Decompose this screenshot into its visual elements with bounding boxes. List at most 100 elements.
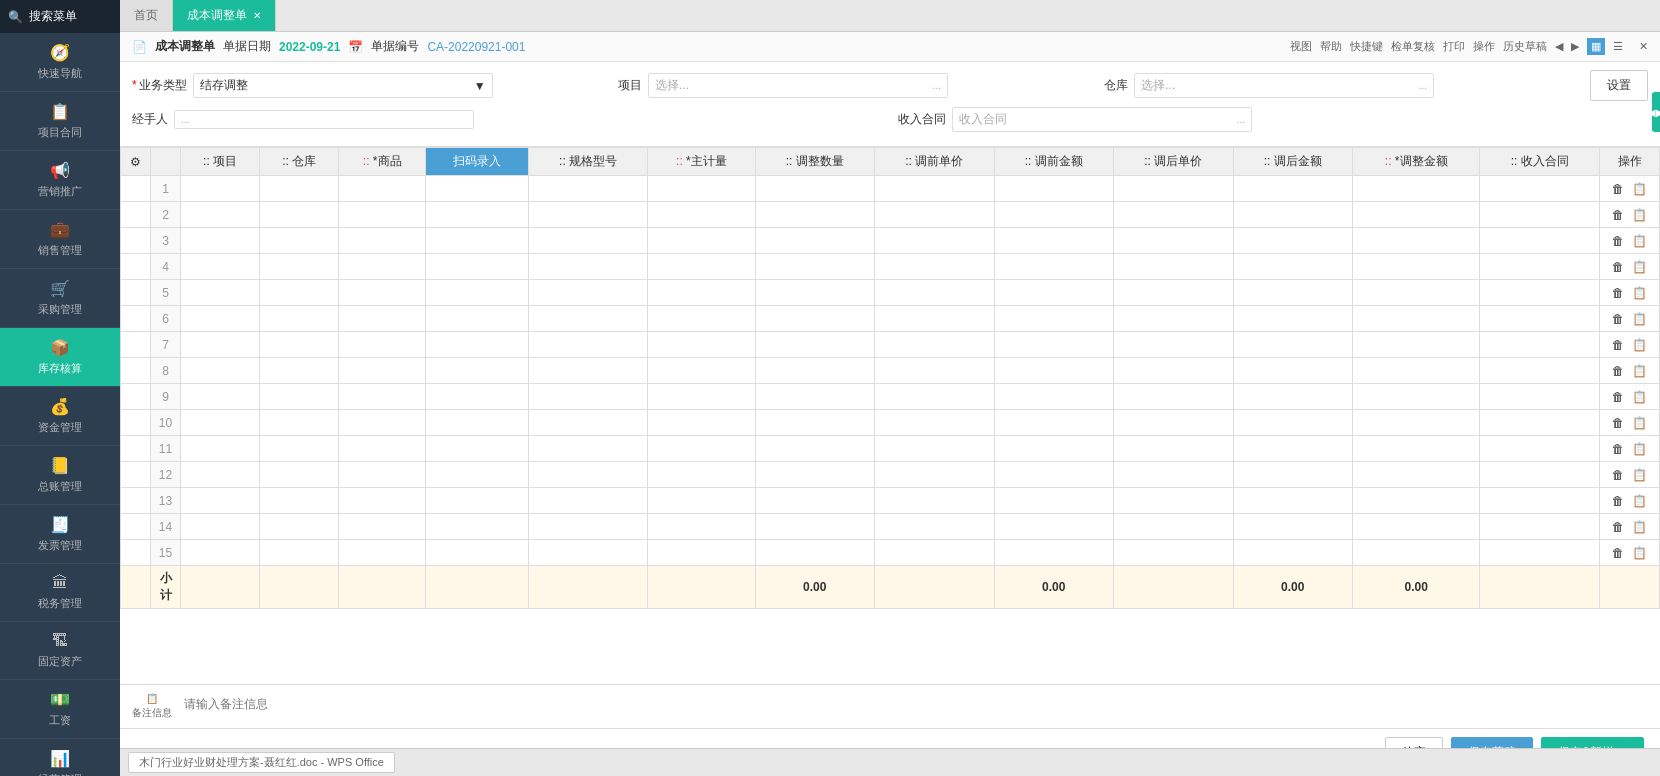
row-unit-5[interactable] <box>648 280 755 306</box>
row-post-adj-amount-7[interactable] <box>1233 332 1353 358</box>
row-warehouse-12[interactable] <box>260 462 339 488</box>
row-adj-amount-3[interactable] <box>1353 228 1480 254</box>
row-unit-4[interactable] <box>648 254 755 280</box>
row-post-adj-amount-11[interactable] <box>1233 436 1353 462</box>
row-delete-icon-7[interactable]: 🗑 <box>1612 338 1624 352</box>
row-pre-adj-amount-9[interactable] <box>994 384 1114 410</box>
note-input[interactable] <box>180 693 1648 715</box>
review-btn[interactable]: 检单复核 <box>1391 39 1435 54</box>
row-action-11[interactable]: 🗑 📋 <box>1600 436 1660 462</box>
row-post-adj-amount-4[interactable] <box>1233 254 1353 280</box>
sidebar-search[interactable]: 🔍 搜索菜单 <box>0 0 120 33</box>
row-scan-5[interactable] <box>426 280 529 306</box>
row-project-11[interactable] <box>181 436 260 462</box>
row-adj-amount-4[interactable] <box>1353 254 1480 280</box>
row-post-adj-price-11[interactable] <box>1114 436 1234 462</box>
row-adj-qty-14[interactable] <box>755 514 875 540</box>
sidebar-item-sales-mgmt[interactable]: 💼销售管理 <box>0 210 120 269</box>
row-scan-12[interactable] <box>426 462 529 488</box>
row-scan-1[interactable] <box>426 176 529 202</box>
row-spec-10[interactable] <box>528 410 648 436</box>
sidebar-item-fixed-assets[interactable]: 🏗固定资产 <box>0 622 120 680</box>
row-scan-7[interactable] <box>426 332 529 358</box>
row-delete-icon-15[interactable]: 🗑 <box>1612 546 1624 560</box>
row-income-contract-14[interactable] <box>1480 514 1600 540</box>
row-pre-adj-price-11[interactable] <box>875 436 995 462</box>
row-action-3[interactable]: 🗑 📋 <box>1600 228 1660 254</box>
row-post-adj-price-12[interactable] <box>1114 462 1234 488</box>
row-goods-8[interactable] <box>339 358 426 384</box>
row-action-8[interactable]: 🗑 📋 <box>1600 358 1660 384</box>
sidebar-item-sales-promo[interactable]: 📢营销推广 <box>0 151 120 210</box>
row-post-adj-price-5[interactable] <box>1114 280 1234 306</box>
row-post-adj-amount-15[interactable] <box>1233 540 1353 566</box>
row-pre-adj-price-10[interactable] <box>875 410 995 436</box>
row-adj-qty-3[interactable] <box>755 228 875 254</box>
row-scan-11[interactable] <box>426 436 529 462</box>
row-pre-adj-price-12[interactable] <box>875 462 995 488</box>
sidebar-item-ops-mgmt[interactable]: 📊经营管理 <box>0 739 120 776</box>
row-delete-icon-11[interactable]: 🗑 <box>1612 442 1624 456</box>
row-scan-9[interactable] <box>426 384 529 410</box>
row-income-contract-8[interactable] <box>1480 358 1600 384</box>
row-income-contract-9[interactable] <box>1480 384 1600 410</box>
row-adj-qty-13[interactable] <box>755 488 875 514</box>
row-post-adj-price-4[interactable] <box>1114 254 1234 280</box>
row-delete-icon-12[interactable]: 🗑 <box>1612 468 1624 482</box>
row-warehouse-10[interactable] <box>260 410 339 436</box>
nav-prev-icon[interactable]: ◀ <box>1555 40 1563 53</box>
row-delete-icon-9[interactable]: 🗑 <box>1612 390 1624 404</box>
row-post-adj-price-14[interactable] <box>1114 514 1234 540</box>
row-adj-amount-5[interactable] <box>1353 280 1480 306</box>
row-post-adj-amount-5[interactable] <box>1233 280 1353 306</box>
row-pre-adj-amount-4[interactable] <box>994 254 1114 280</box>
row-adj-amount-14[interactable] <box>1353 514 1480 540</box>
history-btn[interactable]: 历史草稿 <box>1503 39 1547 54</box>
row-project-5[interactable] <box>181 280 260 306</box>
sidebar-item-purchase-mgmt[interactable]: 🛒采购管理 <box>0 269 120 328</box>
row-spec-14[interactable] <box>528 514 648 540</box>
row-pre-adj-amount-11[interactable] <box>994 436 1114 462</box>
row-copy-icon-14[interactable]: 📋 <box>1632 520 1647 534</box>
row-post-adj-price-15[interactable] <box>1114 540 1234 566</box>
row-action-10[interactable]: 🗑 📋 <box>1600 410 1660 436</box>
tab-cost-adjust[interactable]: 成本调整单 ✕ <box>173 0 276 31</box>
row-pre-adj-amount-12[interactable] <box>994 462 1114 488</box>
row-adj-amount-8[interactable] <box>1353 358 1480 384</box>
row-adj-qty-8[interactable] <box>755 358 875 384</box>
row-unit-2[interactable] <box>648 202 755 228</box>
row-pre-adj-price-7[interactable] <box>875 332 995 358</box>
row-project-15[interactable] <box>181 540 260 566</box>
row-adj-qty-2[interactable] <box>755 202 875 228</box>
row-post-adj-price-2[interactable] <box>1114 202 1234 228</box>
row-goods-6[interactable] <box>339 306 426 332</box>
row-pre-adj-price-6[interactable] <box>875 306 995 332</box>
row-project-4[interactable] <box>181 254 260 280</box>
row-scan-4[interactable] <box>426 254 529 280</box>
sidebar-item-quick-nav[interactable]: 🧭快速导航 <box>0 33 120 92</box>
row-goods-10[interactable] <box>339 410 426 436</box>
row-income-contract-3[interactable] <box>1480 228 1600 254</box>
row-income-contract-15[interactable] <box>1480 540 1600 566</box>
row-unit-13[interactable] <box>648 488 755 514</box>
row-unit-11[interactable] <box>648 436 755 462</box>
row-post-adj-price-13[interactable] <box>1114 488 1234 514</box>
row-post-adj-price-8[interactable] <box>1114 358 1234 384</box>
row-unit-7[interactable] <box>648 332 755 358</box>
row-scan-15[interactable] <box>426 540 529 566</box>
row-post-adj-price-9[interactable] <box>1114 384 1234 410</box>
row-action-7[interactable]: 🗑 📋 <box>1600 332 1660 358</box>
row-warehouse-15[interactable] <box>260 540 339 566</box>
row-adj-qty-9[interactable] <box>755 384 875 410</box>
row-post-adj-amount-14[interactable] <box>1233 514 1353 540</box>
row-unit-3[interactable] <box>648 228 755 254</box>
row-goods-1[interactable] <box>339 176 426 202</box>
row-copy-icon-13[interactable]: 📋 <box>1632 494 1647 508</box>
row-spec-7[interactable] <box>528 332 648 358</box>
row-pre-adj-amount-6[interactable] <box>994 306 1114 332</box>
row-post-adj-amount-2[interactable] <box>1233 202 1353 228</box>
row-scan-14[interactable] <box>426 514 529 540</box>
row-adj-amount-10[interactable] <box>1353 410 1480 436</box>
row-copy-icon-1[interactable]: 📋 <box>1632 182 1647 196</box>
row-adj-amount-11[interactable] <box>1353 436 1480 462</box>
